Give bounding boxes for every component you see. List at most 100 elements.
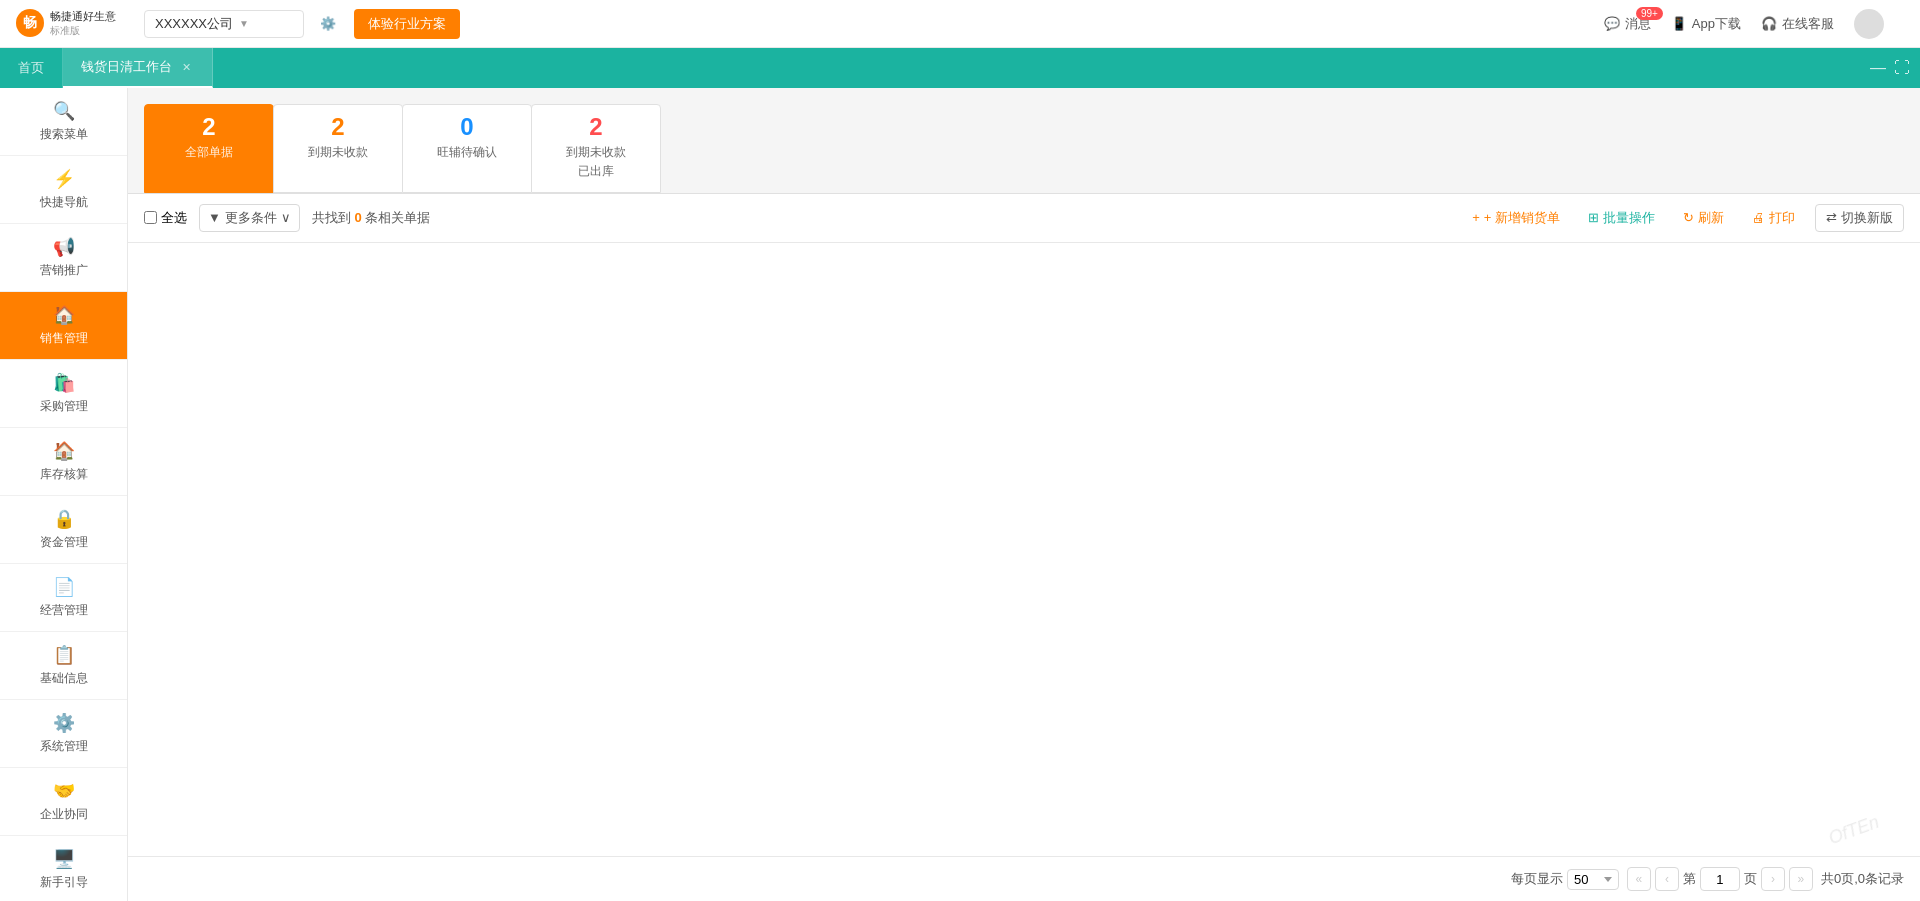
tab-expand-icon[interactable]: ⛶ [1894,59,1910,77]
stat-count-wangwang: 0 [460,113,473,142]
sidebar-item-guide[interactable]: 🖥️ 新手引导 [0,836,127,901]
prev-page-button[interactable]: ‹ [1655,867,1679,891]
table-area [128,243,1920,856]
found-text: 共找到 0 条相关单据 [312,209,430,227]
inventory-icon: 🏠 [53,440,75,462]
logo-name: 畅捷通好生意 [50,9,116,23]
capital-icon: 🔒 [53,508,75,530]
stat-tab-all[interactable]: 2 全部单据 [144,104,274,193]
switch-version-button[interactable]: ⇄ 切换新版 [1815,204,1904,232]
last-page-button[interactable]: » [1789,867,1813,891]
stat-tab-overdue[interactable]: 2 到期未收款 [273,104,403,193]
online-service-label: 在线客服 [1782,15,1834,33]
batch-label: 批量操作 [1603,209,1655,227]
stat-label-all: 全部单据 [185,144,233,161]
page-suffix: 页 [1744,870,1757,888]
stat-count-overdue: 2 [331,113,344,142]
sidebar-label-search: 搜索菜单 [40,126,88,143]
switch-label: 切换新版 [1841,209,1893,227]
sidebar-item-inventory[interactable]: 🏠 库存核算 [0,428,127,496]
page-size-dropdown[interactable]: 10 20 50 100 [1567,869,1619,890]
home-tab-label: 首页 [18,59,44,77]
marketing-icon: 📢 [53,236,75,258]
stat-label-shipped-2: 已出库 [578,163,614,180]
sidebar-label-capital: 资金管理 [40,534,88,551]
batch-op-button[interactable]: ⊞ 批量操作 [1580,205,1663,231]
batch-icon: ⊞ [1588,210,1599,225]
tab-home[interactable]: 首页 [0,48,63,88]
sidebar-label-marketing: 营销推广 [40,262,88,279]
stat-count-all: 2 [202,113,215,142]
toolbar: 全选 ▼ 更多条件 ∨ 共找到 0 条相关单据 + + 新增销货单 [128,194,1920,243]
tab-minimize-icon[interactable]: — [1870,59,1886,77]
sidebar-item-enterprise[interactable]: 🤝 企业协同 [0,768,127,836]
tab-close-icon[interactable]: ✕ [178,59,194,75]
stat-tab-shipped[interactable]: 2 到期未收款 已出库 [531,104,661,193]
system-icon: ⚙️ [53,712,75,734]
sales-icon: 🏠 [53,304,75,326]
sidebar-item-capital[interactable]: 🔒 资金管理 [0,496,127,564]
main-layout: 🔍 搜索菜单 ⚡ 快捷导航 📢 营销推广 🏠 销售管理 🛍️ 采购管理 🏠 库存… [0,88,1920,901]
new-sale-button[interactable]: + + 新增销货单 [1464,205,1568,231]
page-label: 第 [1683,870,1696,888]
refresh-label: 刷新 [1698,209,1724,227]
online-service-button[interactable]: 🎧 在线客服 [1761,15,1834,33]
guide-icon: 🖥️ [53,848,75,870]
page-size-select: 每页显示 10 20 50 100 [1511,869,1619,890]
print-icon: 🖨 [1752,210,1765,225]
search-icon: 🔍 [53,100,75,122]
refresh-button[interactable]: ↻ 刷新 [1675,205,1732,231]
company-selector[interactable]: XXXXXX公司 ▼ [144,10,304,38]
plus-icon: + [1472,210,1480,225]
enterprise-icon: 🤝 [53,780,75,802]
chevron-down-icon: ▼ [239,18,249,29]
sidebar-label-operation: 经营管理 [40,602,88,619]
basic-icon: 📋 [53,644,75,666]
sidebar-item-marketing[interactable]: 📢 营销推广 [0,224,127,292]
sidebar-item-operation[interactable]: 📄 经营管理 [0,564,127,632]
next-page-button[interactable]: › [1761,867,1785,891]
message-badge: 99+ [1636,7,1663,20]
logo-icon: 畅 [16,9,44,37]
sidebar-item-purchase[interactable]: 🛍️ 采购管理 [0,360,127,428]
stat-tab-wangwang[interactable]: 0 旺辅待确认 [402,104,532,193]
toolbar-right: + + 新增销货单 ⊞ 批量操作 ↻ 刷新 🖨 打印 [1464,204,1904,232]
avatar[interactable] [1854,9,1884,39]
experience-btn[interactable]: 体验行业方案 [354,9,460,39]
sidebar-label-inventory: 库存核算 [40,466,88,483]
logo-badge: 标准版 [50,24,116,38]
quicknav-icon: ⚡ [53,168,75,190]
stat-label-shipped-1: 到期未收款 [566,144,626,161]
page-input[interactable] [1700,867,1740,891]
pagination-buttons: « ‹ 第 页 › » [1627,867,1813,891]
sidebar-label-quicknav: 快捷导航 [40,194,88,211]
sidebar-label-purchase: 采购管理 [40,398,88,415]
sidebar-item-sales[interactable]: 🏠 销售管理 [0,292,127,360]
purchase-icon: 🛍️ [53,372,75,394]
tab-cashflow[interactable]: 钱货日清工作台 ✕ [63,48,213,88]
select-all-input[interactable] [144,211,157,224]
message-button[interactable]: 💬 消息 99+ [1604,15,1651,33]
found-prefix: 共找到 [312,210,351,225]
logo-area: 畅 畅捷通好生意 标准版 [16,9,144,37]
tab-bar-actions: — ⛶ [1860,48,1920,88]
message-icon: 💬 [1604,16,1620,31]
switch-icon: ⇄ [1826,210,1837,225]
select-all-label: 全选 [161,209,187,227]
print-button[interactable]: 🖨 打印 [1744,205,1803,231]
select-all-checkbox[interactable]: 全选 [144,209,187,227]
sidebar-item-search[interactable]: 🔍 搜索菜单 [0,88,127,156]
sidebar: 🔍 搜索菜单 ⚡ 快捷导航 📢 营销推广 🏠 销售管理 🛍️ 采购管理 🏠 库存… [0,88,128,901]
content-area: 2 全部单据 2 到期未收款 0 旺辅待确认 2 到期未收款 已出库 [128,88,1920,901]
refresh-icon: ↻ [1683,210,1694,225]
first-page-button[interactable]: « [1627,867,1651,891]
filter-button[interactable]: ▼ 更多条件 ∨ [199,204,300,232]
sidebar-item-basic[interactable]: 📋 基础信息 [0,632,127,700]
settings-button[interactable]: ⚙️ [312,8,344,40]
filter-chevron-icon: ∨ [281,210,291,225]
total-label: 共0页,0条记录 [1821,870,1904,888]
sidebar-item-quicknav[interactable]: ⚡ 快捷导航 [0,156,127,224]
app-download-button[interactable]: 📱 App下载 [1671,15,1741,33]
sidebar-item-system[interactable]: ⚙️ 系统管理 [0,700,127,768]
found-suffix: 条相关单据 [365,210,430,225]
